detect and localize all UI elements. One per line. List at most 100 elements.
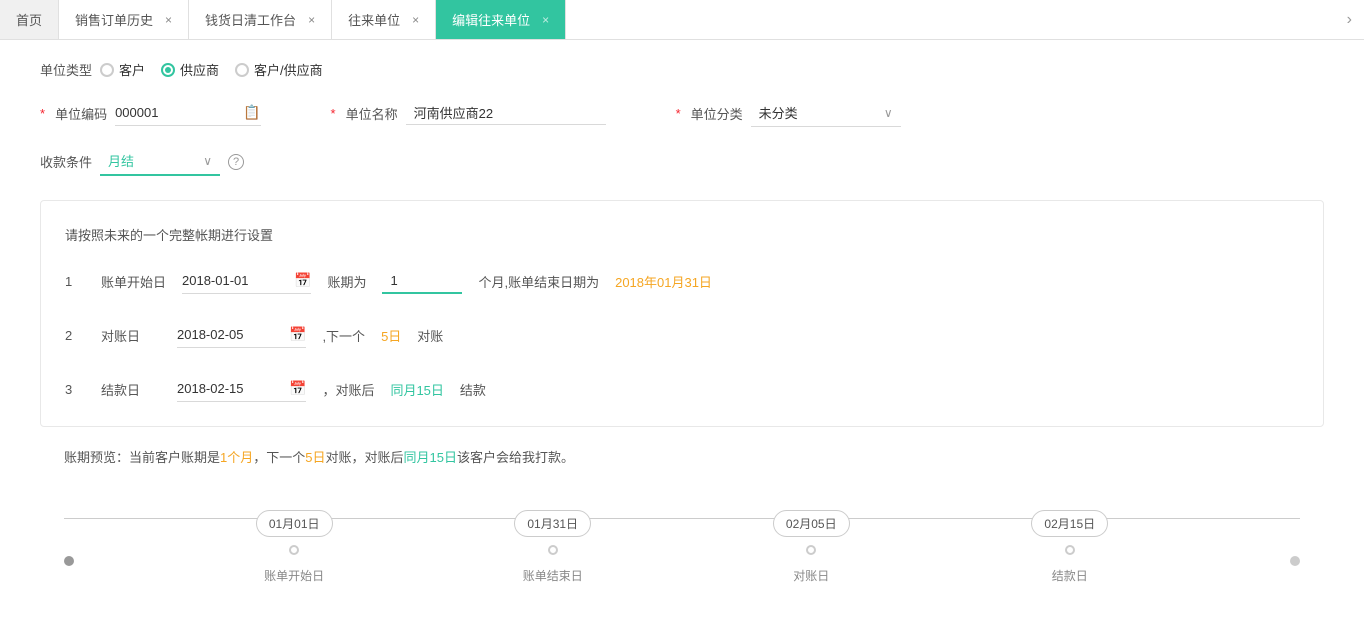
period-num-1: 1 (65, 274, 85, 289)
preview-suffix: 该客户会给我打款。 (457, 450, 574, 465)
period-end-date: 2018年01月31日 (615, 272, 712, 291)
radio-supplier-label: 供应商 (180, 60, 219, 79)
unit-classify-star: * (676, 106, 681, 121)
period-months-input[interactable] (390, 273, 450, 288)
timeline-sublabel-3: 对账日 (793, 567, 829, 584)
period-date-2-wrap: 📅 (177, 322, 306, 348)
preview-part1: 1个月 (220, 450, 253, 465)
help-icon[interactable]: ? (228, 154, 244, 170)
unit-code-input-wrap: 📋 (115, 100, 260, 126)
radio-both-circle (235, 63, 249, 77)
radio-both[interactable]: 客户/供应商 (235, 60, 323, 79)
tab-partner[interactable]: 往来单位 × (332, 0, 436, 39)
period-suffix: 个月,账单结束日期为 (478, 272, 599, 291)
tab-bar: 首页 销售订单历史 × 钱货日清工作台 × 往来单位 × 编辑往来单位 × › (0, 0, 1364, 40)
period-date-1-input[interactable] (182, 273, 282, 288)
unit-name-star: * (331, 106, 336, 121)
timeline-points: 01月01日 账单开始日 01月31日 账单结束日 02月05日 对账日 (64, 510, 1300, 584)
timeline-sublabel-4: 结款日 (1052, 567, 1088, 584)
period-row3-highlight: 同月15日 (390, 380, 443, 399)
unit-code-star: * (40, 106, 45, 121)
tab-cash-work[interactable]: 钱货日清工作台 × (189, 0, 332, 39)
radio-customer[interactable]: 客户 (100, 60, 145, 79)
period-row3-prefix: ，对账后 (322, 380, 374, 399)
tab-more-button[interactable]: › (1335, 0, 1364, 39)
period-label-2: 对账日 (101, 326, 161, 345)
unit-classify-value: 未分类 (759, 103, 876, 122)
radio-customer-label: 客户 (119, 60, 145, 79)
timeline-dot-2 (548, 545, 558, 555)
period-date-2-input[interactable] (177, 327, 277, 342)
tab-edit-partner-label: 编辑往来单位 (452, 10, 530, 29)
payment-condition-value: 月结 (108, 151, 195, 170)
preview-text: 账期预览：当前客户账期是1个月，下一个5日对账，对账后同月15日该客户会给我打款… (64, 447, 1300, 466)
unit-name-label: 单位名称 (346, 104, 398, 123)
tab-cash-work-close[interactable]: × (308, 13, 315, 27)
unit-type-radio-group: 客户 供应商 客户/供应商 (100, 60, 323, 79)
preview-part3: 同月15日 (404, 450, 457, 465)
preview-section: 账期预览：当前客户账期是1个月，下一个5日对账，对账后同月15日该客户会给我打款… (40, 447, 1324, 624)
timeline-sublabel-2: 账单结束日 (523, 567, 583, 584)
unit-type-row: 单位类型 客户 供应商 客户/供应商 (40, 60, 1324, 79)
timeline-point-1: 01月01日 账单开始日 (256, 510, 333, 584)
timeline-right-dot (1290, 556, 1300, 566)
timeline-dot-3 (806, 545, 816, 555)
unit-code-field: * 单位编码 📋 (40, 100, 261, 126)
period-label-1: 账单开始日 (101, 272, 166, 291)
period-label-3: 结款日 (101, 380, 161, 399)
radio-supplier[interactable]: 供应商 (161, 60, 219, 79)
unit-type-field: 单位类型 客户 供应商 客户/供应商 (40, 60, 323, 79)
unit-info-row: * 单位编码 📋 * 单位名称 * 单位分类 未分类 ∨ (40, 99, 1324, 127)
unit-type-label: 单位类型 (40, 60, 92, 79)
timeline-date-3: 02月05日 (773, 510, 850, 537)
timeline-container: 01月01日 账单开始日 01月31日 账单结束日 02月05日 对账日 (64, 490, 1300, 624)
period-num-3: 3 (65, 382, 85, 397)
preview-part2: 5日 (305, 450, 325, 465)
timeline-point-2: 01月31日 账单结束日 (514, 510, 591, 584)
unit-classify-arrow: ∨ (884, 106, 893, 120)
unit-classify-label: 单位分类 (691, 104, 743, 123)
timeline-point-4: 02月15日 结款日 (1031, 510, 1108, 584)
tab-sales-history-label: 销售订单历史 (75, 10, 153, 29)
timeline-date-4: 02月15日 (1031, 510, 1108, 537)
period-date-3-input[interactable] (177, 381, 277, 396)
unit-name-field: * 单位名称 (331, 101, 606, 125)
timeline-dot-1 (289, 545, 299, 555)
tab-cash-work-label: 钱货日清工作台 (205, 10, 296, 29)
preview-sep2: 对账，对账后 (326, 450, 404, 465)
period-settings-box: 请按照未来的一个完整帐期进行设置 1 账单开始日 📅 账期为 个月,账单结束日期… (40, 200, 1324, 427)
period-box-title: 请按照未来的一个完整帐期进行设置 (65, 225, 1299, 244)
preview-sep1: ，下一个 (253, 450, 305, 465)
period-row2-prefix: ,下一个 (322, 326, 365, 345)
timeline-date-2: 01月31日 (514, 510, 591, 537)
tab-sales-history[interactable]: 销售订单历史 × (59, 0, 189, 39)
payment-condition-label: 收款条件 (40, 152, 92, 171)
timeline-point-3: 02月05日 对账日 (773, 510, 850, 584)
tab-home-label: 首页 (16, 10, 42, 29)
period-num-2: 2 (65, 328, 85, 343)
period-row2-suffix: 对账 (417, 326, 443, 345)
period-row-2: 2 对账日 📅 ,下一个 5日对账 (65, 322, 1299, 348)
unit-classify-select[interactable]: 未分类 ∨ (751, 99, 901, 127)
timeline-right-end (1290, 528, 1300, 566)
radio-customer-circle (100, 63, 114, 77)
payment-condition-row: 收款条件 月结 ∨ ? (40, 147, 1324, 176)
unit-name-input[interactable] (406, 101, 606, 125)
period-period-label: 账期为 (327, 272, 366, 291)
period-date-1-calendar[interactable]: 📅 (294, 272, 311, 289)
tab-partner-close[interactable]: × (412, 13, 419, 27)
tab-home[interactable]: 首页 (0, 0, 59, 39)
help-text: ? (233, 156, 239, 168)
unit-code-input[interactable] (115, 105, 235, 120)
tab-edit-partner[interactable]: 编辑往来单位 × (436, 0, 566, 39)
tab-sales-history-close[interactable]: × (165, 13, 172, 27)
period-date-3-calendar[interactable]: 📅 (289, 380, 306, 397)
period-row-1: 1 账单开始日 📅 账期为 个月,账单结束日期为 2018年01月31日 (65, 268, 1299, 294)
period-date-2-calendar[interactable]: 📅 (289, 326, 306, 343)
tab-edit-partner-close[interactable]: × (542, 13, 549, 27)
unit-code-icon[interactable]: 📋 (243, 104, 260, 121)
timeline-sublabel-1: 账单开始日 (264, 567, 324, 584)
payment-condition-select[interactable]: 月结 ∨ (100, 147, 220, 176)
period-row2-highlight: 5日 (381, 326, 401, 345)
period-months-wrap (382, 269, 462, 294)
